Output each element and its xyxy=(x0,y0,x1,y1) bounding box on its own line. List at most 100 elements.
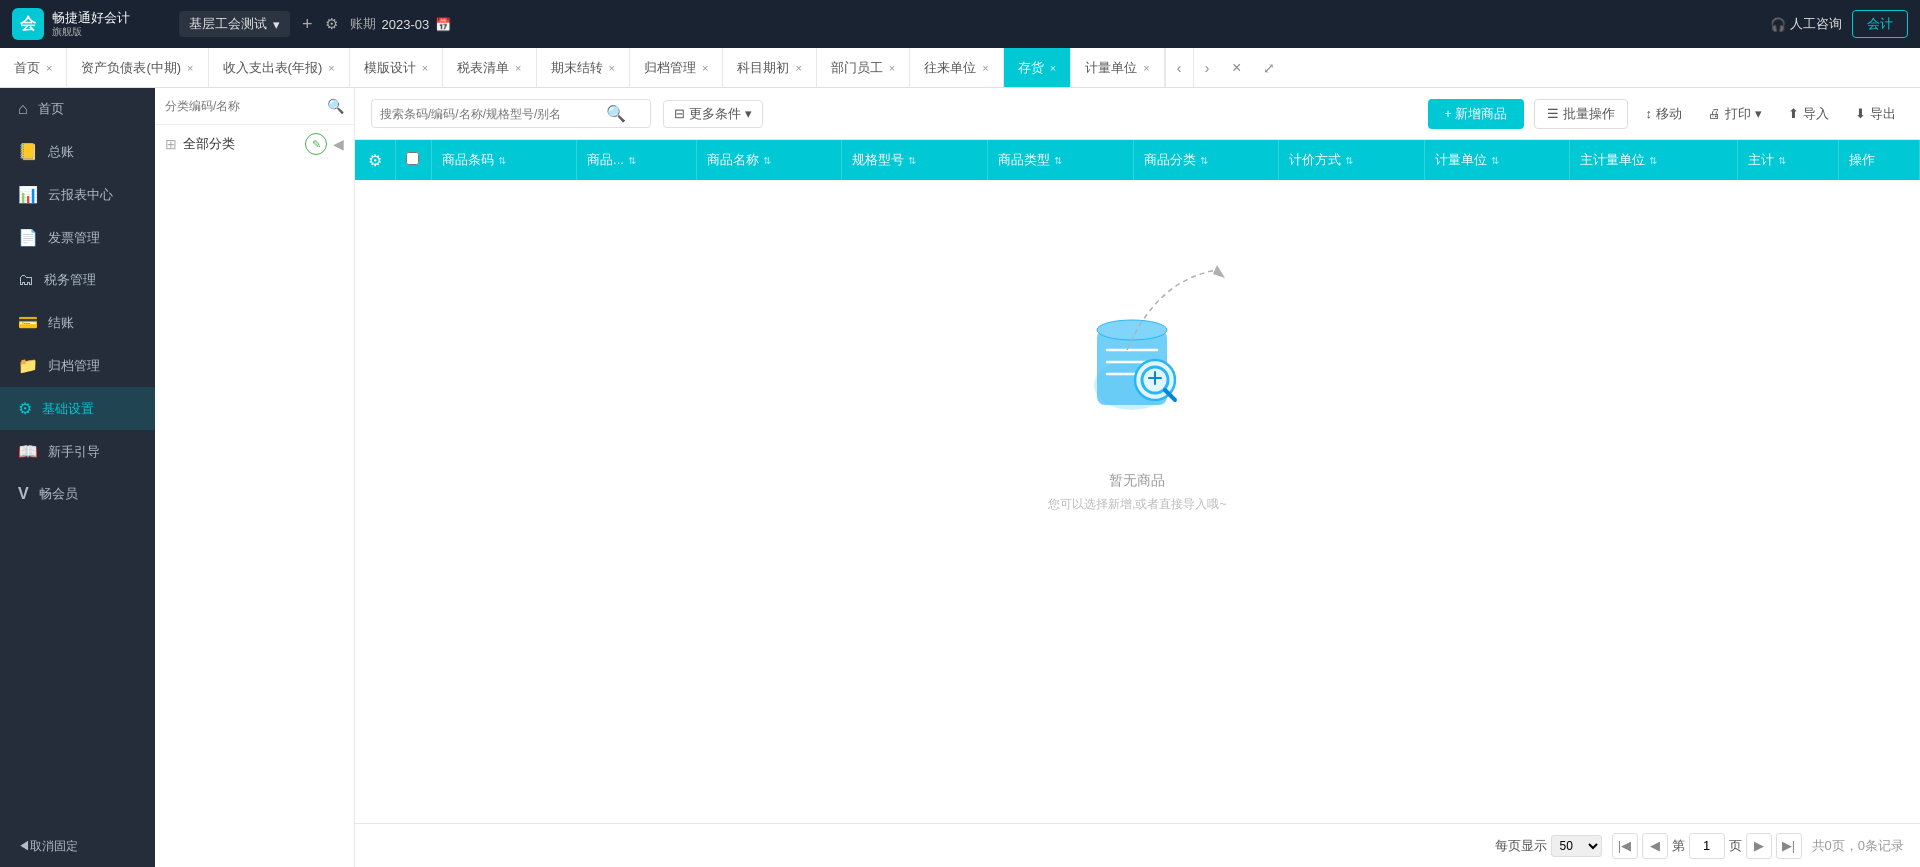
tab-subject-init-close[interactable]: × xyxy=(795,62,801,74)
collapse-panel-btn[interactable]: ◀ xyxy=(333,136,344,152)
prev-page-btn[interactable]: ◀ xyxy=(1642,833,1668,859)
th-main-unit[interactable]: 主计量单位 ⇅ xyxy=(1570,140,1738,180)
column-settings-icon[interactable]: ⚙ xyxy=(368,152,382,169)
product-table: ⚙ 商品条码 ⇅ xyxy=(355,140,1920,593)
move-btn[interactable]: ↕ 移动 xyxy=(1638,100,1691,128)
tab-balance-sheet-label: 资产负债表(中期) xyxy=(81,59,181,77)
search-bar-icon[interactable]: 🔍 xyxy=(606,104,626,123)
tab-period-end[interactable]: 期末结转 × xyxy=(537,48,630,88)
calendar-icon[interactable]: 📅 xyxy=(435,17,451,32)
tab-counterpart[interactable]: 往来单位 × xyxy=(910,48,1003,88)
th-type[interactable]: 商品类型 ⇅ xyxy=(987,140,1133,180)
tab-tax-list-label: 税表清单 xyxy=(457,59,509,77)
add-product-btn[interactable]: + 新增商品 xyxy=(1428,99,1523,129)
sidebar: ⌂ 首页 📒 总账 📊 云报表中心 📄 发票管理 🗂 税务管理 💳 结账 📁 归… xyxy=(0,88,155,867)
per-page-dropdown[interactable]: 50 10 20 100 xyxy=(1551,835,1602,857)
sidebar-item-guide[interactable]: 📖 新手引导 xyxy=(0,430,155,473)
unpin-btn[interactable]: ◀取消固定 xyxy=(0,826,155,867)
all-category-label[interactable]: 全部分类 xyxy=(183,135,299,153)
settings-icon[interactable]: ⚙ xyxy=(325,15,338,33)
tab-income-statement[interactable]: 收入支出表(年报) × xyxy=(209,48,350,88)
sidebar-item-archive[interactable]: 📁 归档管理 xyxy=(0,344,155,387)
tab-expand-btn[interactable]: ⤢ xyxy=(1253,48,1285,88)
workspace-selector[interactable]: 基层工会测试 ▾ xyxy=(179,11,290,37)
tab-dept-employee[interactable]: 部门员工 × xyxy=(817,48,910,88)
tab-subject-init[interactable]: 科目期初 × xyxy=(723,48,816,88)
tab-unit-close[interactable]: × xyxy=(1143,62,1149,74)
tab-dept-employee-close[interactable]: × xyxy=(889,62,895,74)
print-btn[interactable]: 🖨 打印 ▾ xyxy=(1700,100,1770,128)
sidebar-item-ledger[interactable]: 📒 总账 xyxy=(0,130,155,173)
left-panel-header: ⊞ 全部分类 ✎ ◀ xyxy=(155,125,354,163)
import-btn[interactable]: ⬆ 导入 xyxy=(1780,100,1837,128)
tab-tax-list[interactable]: 税表清单 × xyxy=(443,48,536,88)
product-search-input[interactable] xyxy=(380,107,600,121)
sidebar-item-settings[interactable]: ⚙ 基础设置 xyxy=(0,387,155,430)
category-search-icon[interactable]: 🔍 xyxy=(327,98,344,114)
sidebar-item-member[interactable]: V 畅会员 xyxy=(0,473,155,515)
move-icon: ↕ xyxy=(1646,106,1653,121)
tab-tax-list-close[interactable]: × xyxy=(515,62,521,74)
category-search-input[interactable] xyxy=(165,99,321,113)
export-btn[interactable]: ⬇ 导出 xyxy=(1847,100,1904,128)
consultation-btn[interactable]: 🎧 人工咨询 xyxy=(1770,15,1842,33)
tab-next-btn[interactable]: › xyxy=(1193,48,1221,88)
tab-home-close[interactable]: × xyxy=(46,62,52,74)
arrow-dashed-svg xyxy=(1117,260,1237,360)
tab-prev-btn[interactable]: ‹ xyxy=(1165,48,1193,88)
settings-icon: ⚙ xyxy=(18,399,32,418)
header-right: 🎧 人工咨询 会计 xyxy=(1770,10,1908,38)
sidebar-item-report[interactable]: 📊 云报表中心 xyxy=(0,173,155,216)
tab-archive-close[interactable]: × xyxy=(702,62,708,74)
sort-arrows-main-unit: ⇅ xyxy=(1649,155,1657,166)
th-name[interactable]: 商品名称 ⇅ xyxy=(696,140,842,180)
grid-icon: ⊞ xyxy=(165,136,177,152)
th-price-method[interactable]: 计价方式 ⇅ xyxy=(1279,140,1425,180)
sidebar-item-invoice[interactable]: 📄 发票管理 xyxy=(0,216,155,259)
last-page-btn[interactable]: ▶| xyxy=(1776,833,1802,859)
sidebar-item-checkout[interactable]: 💳 结账 xyxy=(0,301,155,344)
tab-archive[interactable]: 归档管理 × xyxy=(630,48,723,88)
edit-category-btn[interactable]: ✎ xyxy=(305,133,327,155)
tab-balance-sheet[interactable]: 资产负债表(中期) × xyxy=(67,48,208,88)
tab-template-design[interactable]: 模版设计 × xyxy=(350,48,443,88)
tab-bar: 首页 × 资产负债表(中期) × 收入支出表(年报) × 模版设计 × 税表清单… xyxy=(0,48,1920,88)
sidebar-item-tax[interactable]: 🗂 税务管理 xyxy=(0,259,155,301)
tab-income-statement-close[interactable]: × xyxy=(328,62,334,74)
th-main-count[interactable]: 主计 ⇅ xyxy=(1738,140,1839,180)
archive-icon: 📁 xyxy=(18,356,38,375)
tab-home[interactable]: 首页 × xyxy=(0,48,67,88)
tab-inventory[interactable]: 存货 × xyxy=(1004,48,1071,88)
more-conditions-btn[interactable]: ⊟ 更多条件 ▾ xyxy=(663,100,763,128)
sidebar-item-home[interactable]: ⌂ 首页 xyxy=(0,88,155,130)
th-code[interactable]: 商品... ⇅ xyxy=(577,140,697,180)
sidebar-item-tax-label: 税务管理 xyxy=(44,271,96,289)
print-chevron-icon: ▾ xyxy=(1755,106,1762,121)
th-main-count-label: 主计 xyxy=(1748,151,1774,169)
tab-period-end-close[interactable]: × xyxy=(609,62,615,74)
sidebar-item-home-label: 首页 xyxy=(38,100,64,118)
sidebar-item-member-label: 畅会员 xyxy=(39,485,78,503)
sidebar-item-archive-label: 归档管理 xyxy=(48,357,100,375)
th-category-label: 商品分类 xyxy=(1144,151,1196,169)
add-workspace-btn[interactable]: + xyxy=(302,14,313,35)
th-gear[interactable]: ⚙ xyxy=(355,140,395,180)
next-page-btn[interactable]: ▶ xyxy=(1746,833,1772,859)
sidebar-item-report-label: 云报表中心 xyxy=(48,186,113,204)
tab-counterpart-close[interactable]: × xyxy=(982,62,988,74)
th-barcode[interactable]: 商品条码 ⇅ xyxy=(431,140,577,180)
page-input[interactable] xyxy=(1689,833,1725,859)
tab-balance-sheet-close[interactable]: × xyxy=(187,62,193,74)
tab-inventory-close[interactable]: × xyxy=(1050,62,1056,74)
tab-template-design-close[interactable]: × xyxy=(422,62,428,74)
scroll-wrapper: ⚙ 商品条码 ⇅ xyxy=(355,140,1920,867)
th-unit[interactable]: 计量单位 ⇅ xyxy=(1424,140,1570,180)
account-btn[interactable]: 会计 xyxy=(1852,10,1908,38)
first-page-btn[interactable]: |◀ xyxy=(1612,833,1638,859)
th-spec[interactable]: 规格型号 ⇅ xyxy=(842,140,988,180)
tab-close-all-btn[interactable]: × xyxy=(1221,48,1253,88)
batch-operate-btn[interactable]: ☰ 批量操作 xyxy=(1534,99,1628,129)
select-all-checkbox[interactable] xyxy=(406,152,419,165)
tab-unit[interactable]: 计量单位 × xyxy=(1071,48,1164,88)
th-category[interactable]: 商品分类 ⇅ xyxy=(1133,140,1279,180)
